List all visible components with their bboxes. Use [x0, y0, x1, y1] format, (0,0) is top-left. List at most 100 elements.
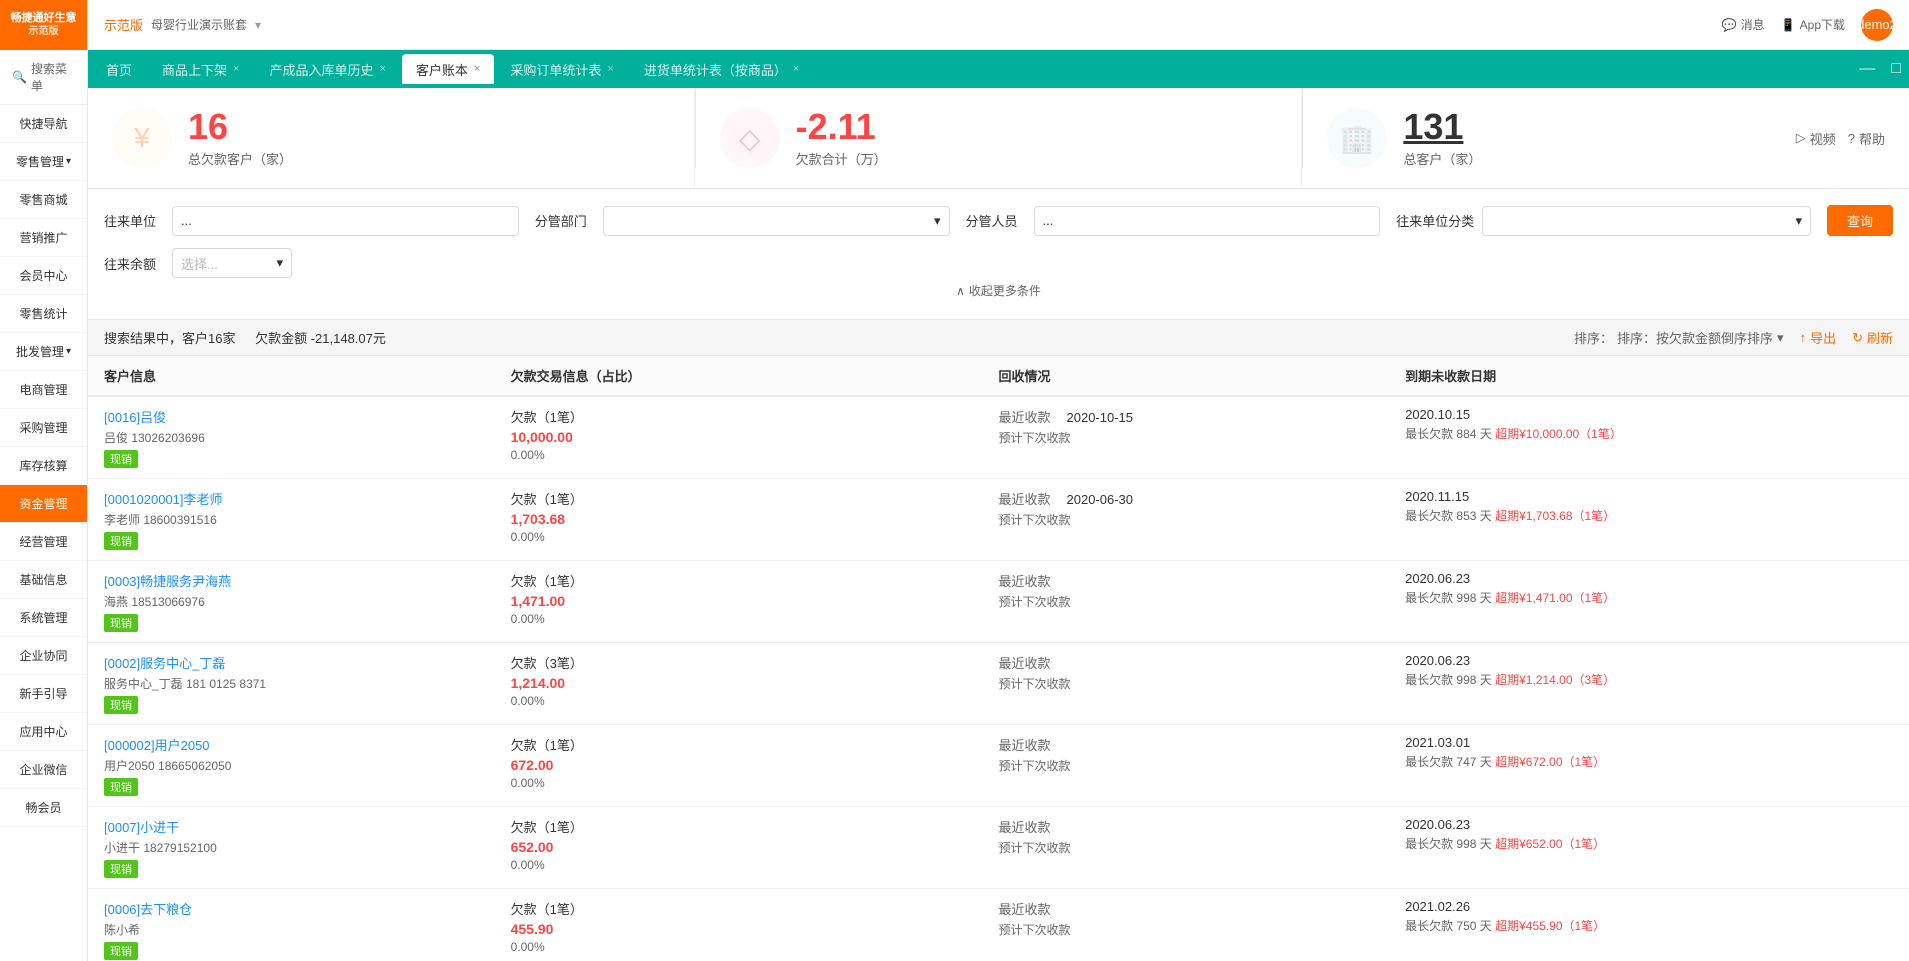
client-info-0: [0016]吕俊 吕俊 13026203696 现销: [104, 407, 511, 468]
tab-incoming-stats[interactable]: 进货单统计表（按商品） ×: [630, 54, 813, 84]
search-menu-item[interactable]: 🔍 搜索菜单: [0, 50, 87, 105]
sidebar-item-enterprise-collab[interactable]: 企业协同: [0, 637, 87, 675]
query-button[interactable]: 查询: [1827, 205, 1893, 236]
overdue-link-2[interactable]: 超期¥1,471.00（1笔）: [1495, 591, 1615, 605]
debt-amount-1[interactable]: 1,703.68: [511, 511, 999, 527]
help-btn[interactable]: ? 帮助: [1848, 129, 1885, 148]
overdue-link-1[interactable]: 超期¥1,703.68（1笔）: [1495, 509, 1615, 523]
due-date-6: 2021.02.26: [1405, 899, 1893, 914]
summary-value-1: 16: [188, 109, 292, 145]
sidebar-item-inventory[interactable]: 库存核算: [0, 447, 87, 485]
debt-amount-6[interactable]: 455.90: [511, 921, 999, 937]
video-btn[interactable]: ▷ 视频: [1796, 129, 1836, 148]
sidebar-item-retail-mall[interactable]: 零售商城: [0, 181, 87, 219]
data-table: 客户信息 欠款交易信息（占比） 回收情况 到期未收款日期 [0016]吕俊 吕俊…: [88, 356, 1909, 961]
window-minimize-btn[interactable]: —: [1855, 60, 1879, 78]
client-name-0[interactable]: [0016]吕俊: [104, 407, 511, 426]
sidebar-item-batch-mgmt[interactable]: 批发管理 ▾: [0, 333, 87, 371]
export-button[interactable]: ↑ 导出: [1800, 328, 1837, 347]
window-maximize-btn[interactable]: □: [1887, 60, 1905, 78]
client-name-6[interactable]: [0006]去下粮仓: [104, 899, 511, 918]
client-name-2[interactable]: [0003]畅捷服务尹海燕: [104, 571, 511, 590]
avatar: demo2: [1861, 9, 1893, 41]
due-date-info-1: 2020.11.15 最长欠款 853 天 超期¥1,703.68（1笔）: [1405, 489, 1893, 550]
client-name-4[interactable]: [000002]用户2050: [104, 735, 511, 754]
close-icon-tab3[interactable]: ×: [474, 63, 480, 75]
summary-label-3: 总客户（家）: [1403, 149, 1481, 168]
summary-card-3: 🏢 131 总客户（家） ▷ 视频 ? 帮助: [1303, 88, 1909, 188]
manager-input[interactable]: ...: [1034, 206, 1381, 236]
client-name-3[interactable]: [0002]服务中心_丁磊: [104, 653, 511, 672]
overdue-link-4[interactable]: 超期¥672.00（1笔）: [1495, 755, 1605, 769]
help-icon: ?: [1848, 131, 1855, 146]
sidebar-item-new-guide[interactable]: 新手引导: [0, 675, 87, 713]
due-date-info-5: 2020.06.23 最长欠款 998 天 超期¥652.00（1笔）: [1405, 817, 1893, 878]
tab-customer-account[interactable]: 客户账本 ×: [402, 54, 494, 84]
client-tag-3: 现销: [104, 696, 138, 714]
app-download-btn[interactable]: 📱 App下载: [1781, 16, 1845, 33]
sidebar-item-retail-mgmt[interactable]: 零售管理 ▾: [0, 143, 87, 181]
message-icon: 💬: [1722, 18, 1737, 32]
filter-unit-category: 往来单位分类 ▾: [1396, 206, 1811, 236]
sidebar-item-quick-nav[interactable]: 快捷导航: [0, 105, 87, 143]
client-info-1: [0001020001]李老师 李老师 18600391516 现销: [104, 489, 511, 550]
overdue-link-3[interactable]: 超期¥1,214.00（3笔）: [1495, 673, 1615, 687]
sidebar-item-basic-info[interactable]: 基础信息: [0, 561, 87, 599]
close-icon-tab5[interactable]: ×: [793, 63, 799, 75]
sidebar-item-purchase-mgmt[interactable]: 采购管理: [0, 409, 87, 447]
sidebar-item-system-mgmt[interactable]: 系统管理: [0, 599, 87, 637]
from-unit-input[interactable]: ...: [172, 206, 519, 236]
client-tag-1: 现销: [104, 532, 138, 550]
message-btn[interactable]: 💬 消息: [1722, 16, 1765, 33]
tab-production-history[interactable]: 产成品入库单历史 ×: [255, 54, 399, 84]
overdue-link-6[interactable]: 超期¥455.90（1笔）: [1495, 919, 1605, 933]
collapse-button[interactable]: ∧ 收起更多条件: [956, 282, 1041, 299]
balance-select[interactable]: 选择... ▾: [172, 248, 292, 278]
summary-label-2: 欠款合计（万）: [796, 149, 887, 168]
overdue-link-0[interactable]: 超期¥10,000.00（1笔）: [1495, 427, 1622, 441]
unit-category-select[interactable]: ▾: [1482, 206, 1811, 236]
sidebar-item-enterprise-wechat[interactable]: 企业微信: [0, 751, 87, 789]
sidebar-item-operations[interactable]: 经营管理: [0, 523, 87, 561]
debt-amount-3[interactable]: 1,214.00: [511, 675, 999, 691]
col-header-due-date: 到期未收款日期: [1405, 366, 1893, 385]
close-icon-tab2[interactable]: ×: [379, 63, 385, 75]
tab-home[interactable]: 首页: [92, 54, 146, 84]
overdue-link-5[interactable]: 超期¥652.00（1笔）: [1495, 837, 1605, 851]
debt-amount-5[interactable]: 652.00: [511, 839, 999, 855]
department-select[interactable]: ▾: [603, 206, 950, 236]
sidebar-item-vip[interactable]: 畅会员: [0, 789, 87, 827]
debt-amount-0[interactable]: 10,000.00: [511, 429, 999, 445]
summary-label-1: 总欠款客户（家）: [188, 149, 292, 168]
app-logo: 畅捷通好生意 示范版: [0, 0, 87, 50]
client-name-1[interactable]: [0001020001]李老师: [104, 489, 511, 508]
tab-bar-actions: — □: [1855, 60, 1905, 78]
last-payment-label-1: 最近收款: [999, 489, 1051, 508]
sidebar-item-member[interactable]: 会员中心: [0, 257, 87, 295]
sidebar-item-finance[interactable]: 资金管理: [0, 485, 87, 523]
tab-products-offline[interactable]: 商品上下架 ×: [148, 54, 253, 84]
table-body: [0016]吕俊 吕俊 13026203696 现销 欠款（1笔） 10,000…: [88, 397, 1909, 961]
sort-button[interactable]: 排序： 排序：按欠款金额倒序排序 ▾: [1574, 328, 1784, 347]
client-name-5[interactable]: [0007]小进干: [104, 817, 511, 836]
refresh-button[interactable]: ↻ 刷新: [1852, 328, 1893, 347]
sidebar-item-retail-stats[interactable]: 零售统计: [0, 295, 87, 333]
sidebar-item-app-center[interactable]: 应用中心: [0, 713, 87, 751]
client-tag-5: 现销: [104, 860, 138, 878]
close-icon-tab4[interactable]: ×: [607, 63, 613, 75]
sidebar-item-marketing[interactable]: 营销推广: [0, 219, 87, 257]
debt-amount-4[interactable]: 672.00: [511, 757, 999, 773]
sidebar-item-ecommerce[interactable]: 电商管理: [0, 371, 87, 409]
tab-purchase-orders[interactable]: 采购订单统计表 ×: [496, 54, 627, 84]
due-date-3: 2020.06.23: [1405, 653, 1893, 668]
user-avatar[interactable]: demo2: [1861, 9, 1893, 41]
debt-amount-2[interactable]: 1,471.00: [511, 593, 999, 609]
close-icon-tab1[interactable]: ×: [233, 63, 239, 75]
recovery-info-2: 最近收款 预计下次收款: [999, 571, 1406, 632]
summary-value-3: 131: [1403, 109, 1481, 145]
due-date-1: 2020.11.15: [1405, 489, 1893, 504]
table-row: [0016]吕俊 吕俊 13026203696 现销 欠款（1笔） 10,000…: [88, 397, 1909, 479]
debt-percent-0: 0.00%: [511, 448, 999, 462]
department-label: 分管部门: [535, 211, 595, 230]
search-menu-btn[interactable]: 🔍 搜索菜单: [8, 56, 79, 98]
